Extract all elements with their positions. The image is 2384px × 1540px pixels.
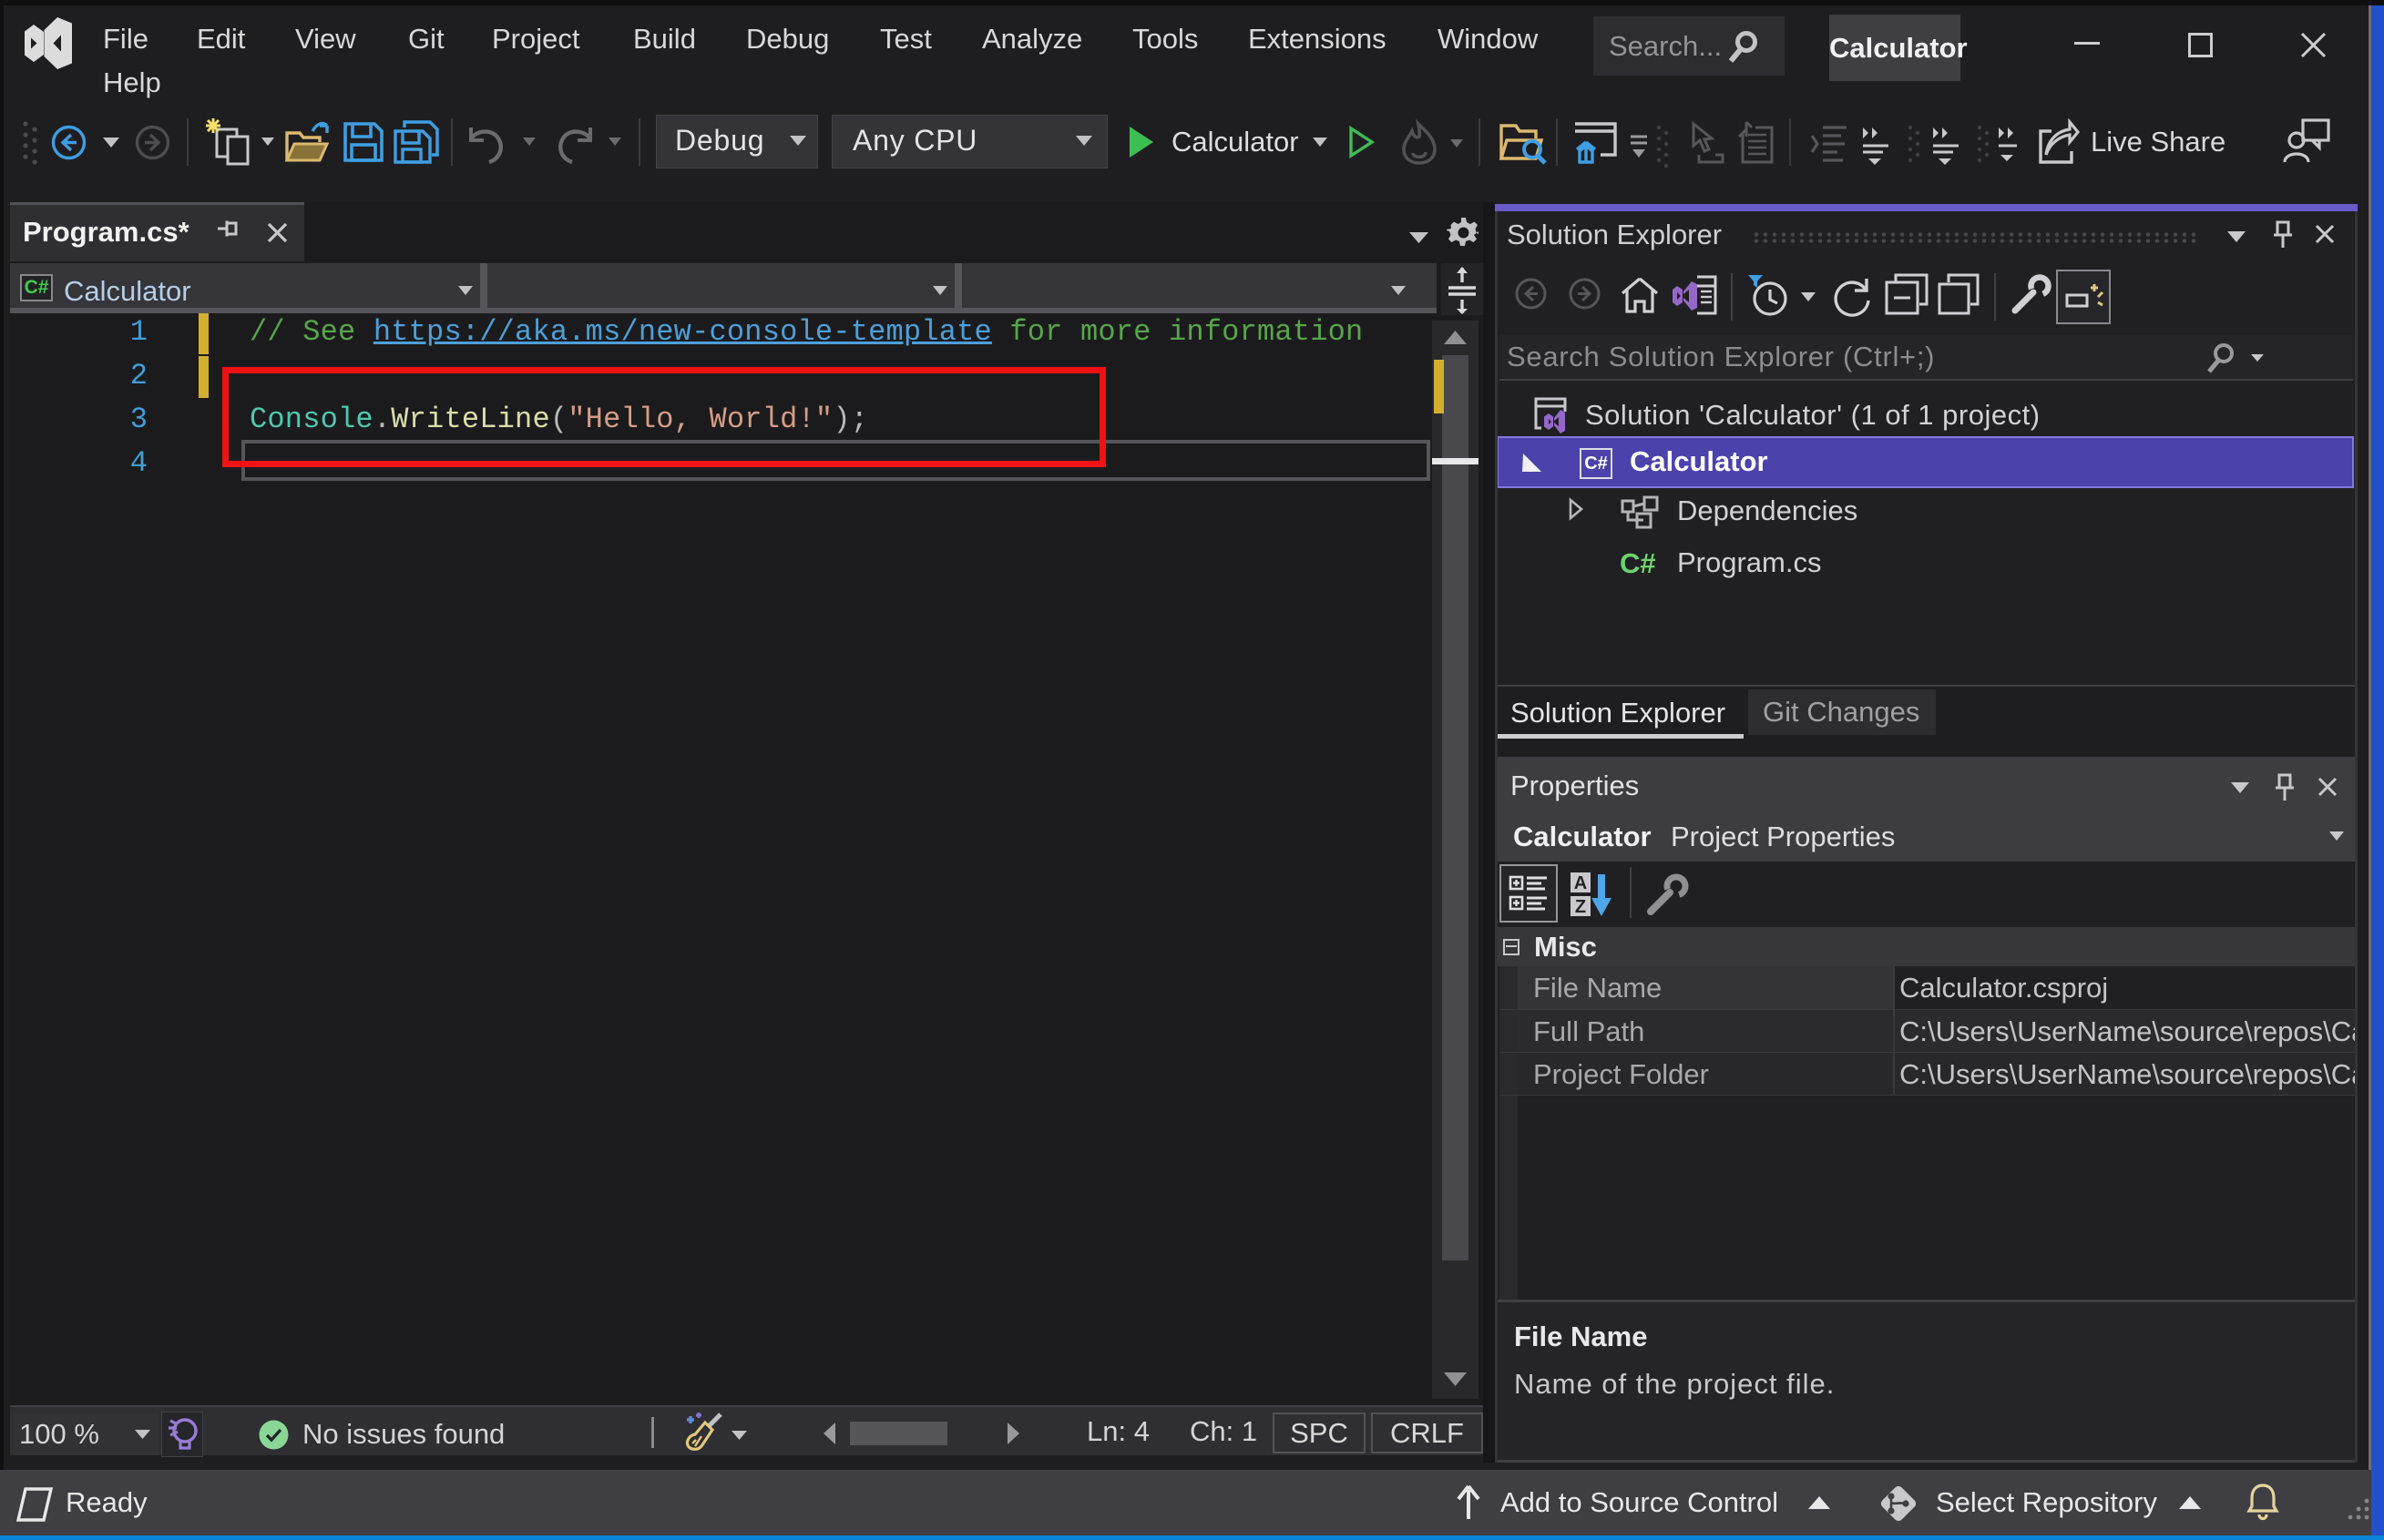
svg-text:Z: Z <box>1575 897 1586 917</box>
svg-text:A: A <box>1574 873 1587 893</box>
